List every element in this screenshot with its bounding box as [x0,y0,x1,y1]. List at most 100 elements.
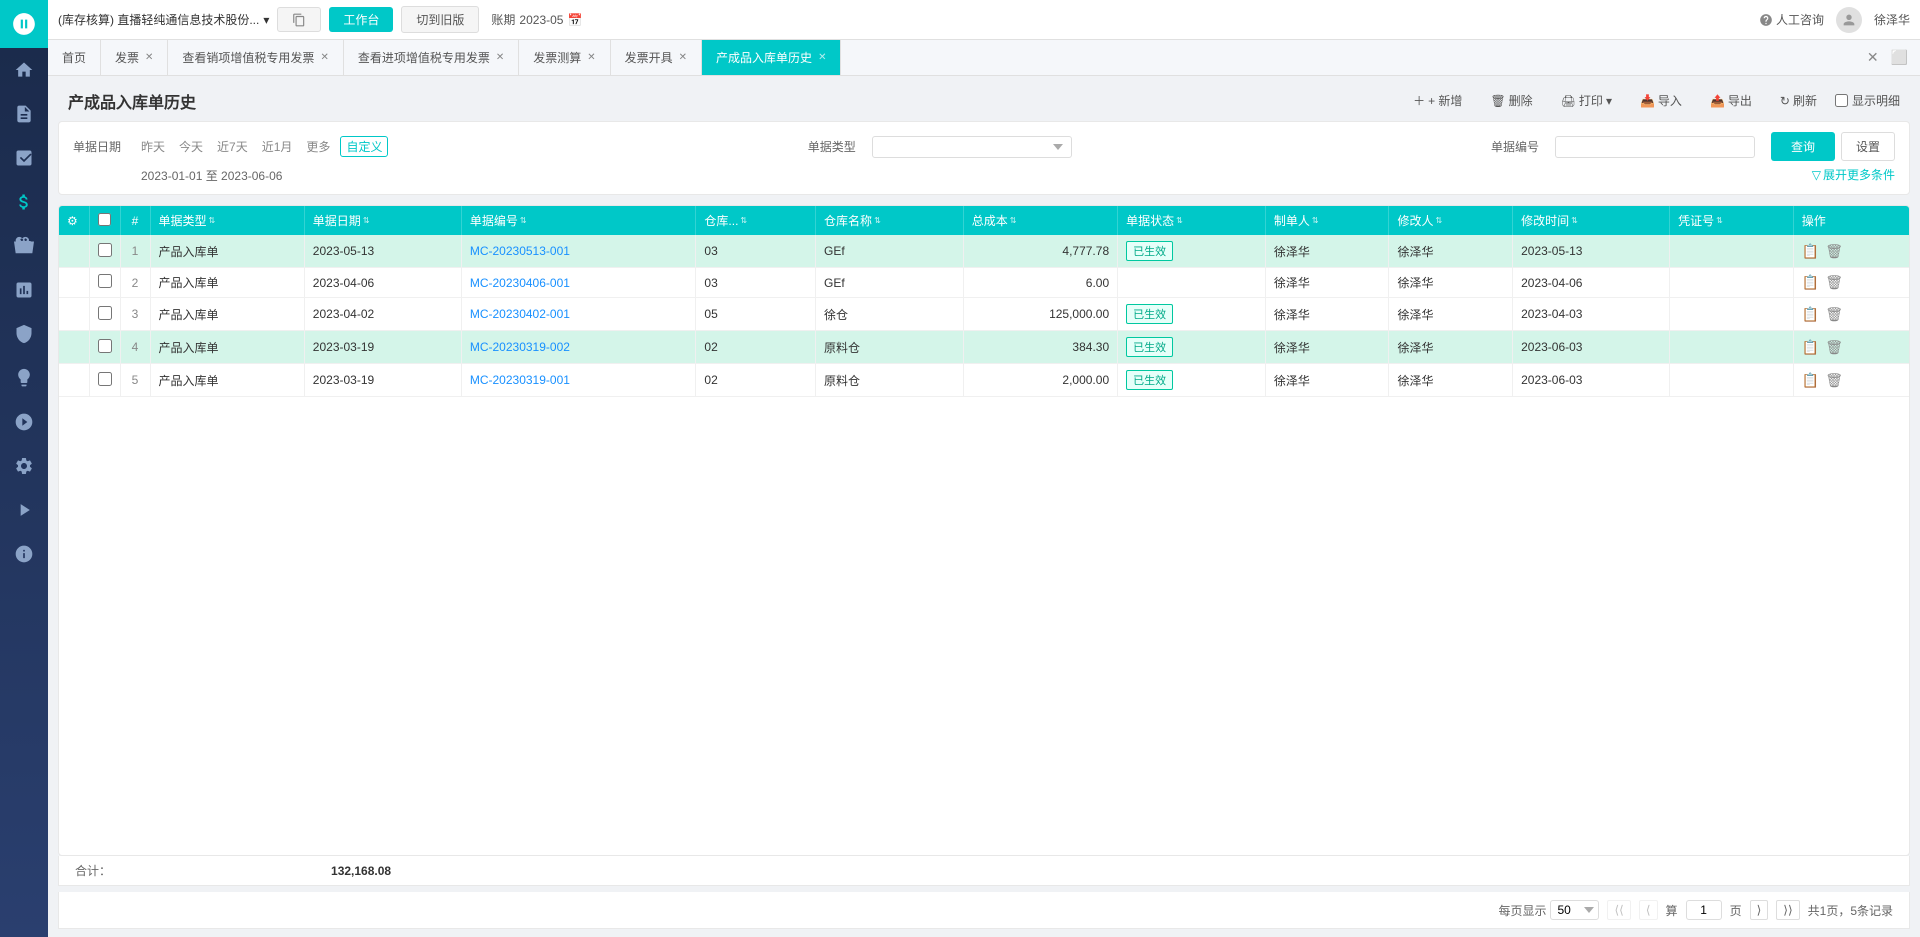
per-page-select[interactable]: 20 50 100 [1550,900,1599,920]
tab-sales-vat[interactable]: 查看销项增值税专用发票 ✕ [168,40,343,76]
row-checkbox[interactable] [98,306,112,320]
tab-product-history[interactable]: 产成品入库单历史 ✕ [702,40,841,76]
sidebar-item-stamp[interactable] [0,356,48,400]
sidebar-item-finance[interactable] [0,180,48,224]
row-checkbox[interactable] [98,243,112,257]
delete-btn[interactable]: 🗑 删除 [1480,88,1542,113]
code-link[interactable]: MC-20230319-002 [470,340,570,354]
new-btn[interactable]: ＋ + 新增 [1403,88,1472,113]
sidebar-item-play[interactable] [0,488,48,532]
import-btn[interactable]: 📥 导入 [1630,88,1692,113]
tab-invoice[interactable]: 发票 ✕ [101,40,168,76]
date-yesterday[interactable]: 昨天 [137,136,169,157]
copy-btn[interactable] [277,7,321,32]
th-code[interactable]: 单据编号⇅ [461,206,696,235]
th-voucher[interactable]: 凭证号⇅ [1670,206,1794,235]
help-btn[interactable]: 人工咨询 [1759,11,1824,28]
footer-label: 合计： [75,862,111,879]
tabs-maximize[interactable]: ⬜ [1887,47,1912,68]
edit-icon[interactable]: 📋 [1802,243,1819,260]
type-filter-select[interactable]: 产品入库单 [872,136,1072,158]
delete-row-icon[interactable]: 🗑 [1825,274,1843,291]
edit-icon[interactable]: 📋 [1802,274,1819,291]
th-type[interactable]: 单据类型⇅ [150,206,304,235]
cell-voucher [1670,235,1794,268]
sidebar-item-reports[interactable] [0,268,48,312]
th-wh-name[interactable]: 仓库名称⇅ [816,206,964,235]
row-checkbox[interactable] [98,339,112,353]
th-cost[interactable]: 总成本⇅ [963,206,1117,235]
workbench-btn[interactable]: 工作台 [329,7,393,32]
display-cols-check[interactable] [1835,94,1848,107]
refresh-btn[interactable]: ↻ 刷新 [1770,88,1827,113]
code-link[interactable]: MC-20230319-001 [470,373,570,387]
prev-page-btn[interactable]: ⟨ [1639,900,1658,920]
sidebar-item-analytics[interactable] [0,136,48,180]
tabs-close-all[interactable]: ✕ [1863,47,1883,68]
th-creator[interactable]: 制单人⇅ [1265,206,1389,235]
sidebar-item-settings[interactable] [0,444,48,488]
first-page-btn[interactable]: ⟨⟨ [1607,900,1630,920]
tab-invoice-open[interactable]: 发票开具 ✕ [611,40,702,76]
edit-icon[interactable]: 📋 [1802,339,1819,356]
sidebar-item-inventory[interactable] [0,224,48,268]
cell-action: 📋 🗑 [1793,364,1909,397]
th-modifier[interactable]: 修改人⇅ [1389,206,1513,235]
date-1month[interactable]: 近1月 [258,136,297,157]
next-page-btn[interactable]: ⟩ [1750,900,1769,920]
expand-filter-btn[interactable]: ▽ 展开更多条件 [1812,166,1895,183]
edit-icon[interactable]: 📋 [1802,306,1819,323]
edit-icon[interactable]: 📋 [1802,372,1819,389]
delete-row-icon[interactable]: 🗑 [1825,372,1843,389]
calendar-icon[interactable]: 📅 [567,13,582,27]
switch-version-btn[interactable]: 切到旧版 [401,6,479,33]
delete-row-icon[interactable]: 🗑 [1825,243,1843,260]
date-today[interactable]: 今天 [175,136,207,157]
th-settings[interactable]: ⚙ [59,206,89,235]
tab-invoice-calc-close[interactable]: ✕ [587,52,595,63]
sidebar-item-recycle[interactable] [0,400,48,444]
date-custom[interactable]: 自定义 [340,136,388,157]
last-page-btn[interactable]: ⟩⟩ [1776,900,1799,920]
query-btn[interactable]: 查询 [1771,132,1835,161]
th-wh-code[interactable]: 仓库...⇅ [696,206,816,235]
th-modify-time[interactable]: 修改时间⇅ [1513,206,1670,235]
sidebar-item-tasks[interactable] [0,312,48,356]
username[interactable]: 徐泽华 [1874,11,1910,28]
code-link[interactable]: MC-20230406-001 [470,276,570,290]
delete-row-icon[interactable]: 🗑 [1825,339,1843,356]
tab-input-vat-close[interactable]: ✕ [496,52,504,63]
th-date[interactable]: 单据日期⇅ [304,206,461,235]
sidebar-item-docs[interactable] [0,92,48,136]
tab-invoice-open-close[interactable]: ✕ [679,52,687,63]
num-filter-input[interactable] [1555,136,1755,158]
code-link[interactable]: MC-20230513-001 [470,244,570,258]
sidebar-item-home[interactable] [0,48,48,92]
company-dropdown-icon: ▾ [263,13,269,27]
table-row: 2 产品入库单 2023-04-06 MC-20230406-001 03 GE… [59,268,1909,298]
tab-sales-vat-close[interactable]: ✕ [320,52,328,63]
code-link[interactable]: MC-20230402-001 [470,307,570,321]
company-selector[interactable]: (库存核算) 直播轻纯通信息技术股份... ▾ [58,11,269,28]
page-input[interactable] [1686,900,1722,920]
tab-input-vat[interactable]: 查看进项增值税专用发票 ✕ [344,40,519,76]
tab-product-history-close[interactable]: ✕ [818,52,826,63]
print-btn[interactable]: 🖨 打印 ▾ [1551,88,1622,113]
select-all-checkbox[interactable] [98,213,111,226]
delete-row-icon[interactable]: 🗑 [1825,306,1843,323]
tab-invoice-calc[interactable]: 发票测算 ✕ [519,40,610,76]
row-checkbox[interactable] [98,274,112,288]
th-status[interactable]: 单据状态⇅ [1118,206,1266,235]
reset-btn[interactable]: 设置 [1841,132,1895,161]
sidebar-item-version[interactable] [0,532,48,576]
tab-invoice-close[interactable]: ✕ [145,52,153,63]
export-btn[interactable]: 📤 导出 [1700,88,1762,113]
date-more[interactable]: 更多 [302,136,334,157]
cell-creator: 徐泽华 [1265,298,1389,331]
date-7days[interactable]: 近7天 [213,136,252,157]
cell-modifier: 徐泽华 [1389,331,1513,364]
row-checkbox[interactable] [98,372,112,386]
tab-invoice-calc-label: 发票测算 [533,49,581,66]
th-status-sort-icon: ⇅ [1176,216,1183,225]
tab-home[interactable]: 首页 [48,40,101,76]
